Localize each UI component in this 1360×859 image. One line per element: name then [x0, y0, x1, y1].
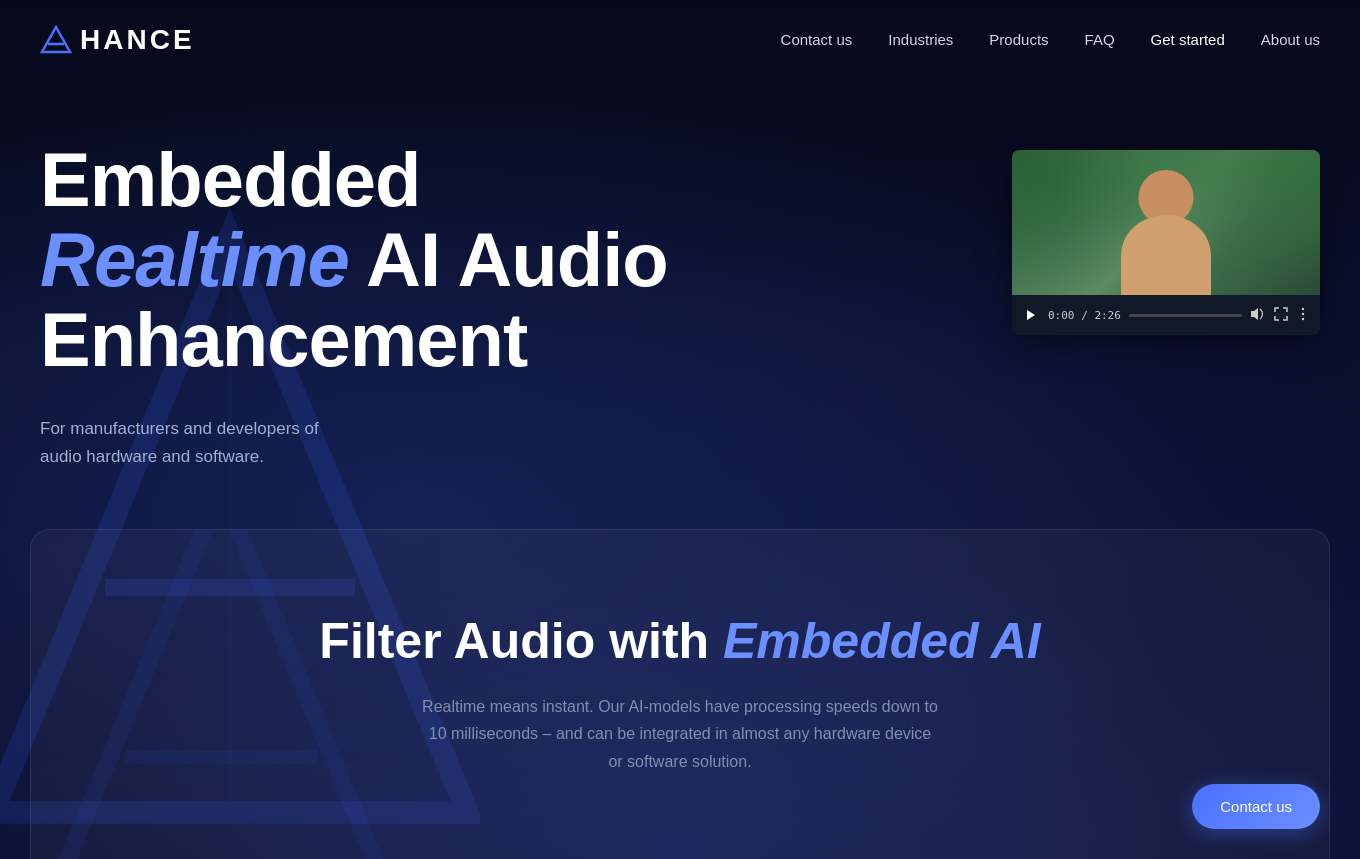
video-person [1116, 165, 1216, 295]
svg-point-2 [1302, 312, 1304, 314]
nav-item-industries[interactable]: Industries [888, 31, 953, 49]
video-fullscreen-button[interactable] [1274, 307, 1288, 324]
filter-title-italic: Embedded AI [723, 613, 1041, 669]
hero-title-realtime: Realtime [40, 217, 349, 302]
hero-title: Embedded Realtime AI Audio Enhancement [40, 140, 668, 379]
logo[interactable]: HANCE [40, 24, 195, 56]
hero-title-line1: Embedded [40, 137, 421, 222]
filter-description: Realtime means instant. Our AI-models ha… [420, 693, 940, 775]
hero-subtitle-line2: audio hardware and software. [40, 447, 264, 466]
nav-item-get-started[interactable]: Get started [1151, 31, 1225, 49]
video-controls-bar: 0:00 / 2:26 [1012, 295, 1320, 335]
nav-link-about[interactable]: About us [1261, 31, 1320, 48]
logo-icon [40, 24, 72, 56]
nav-item-products[interactable]: Products [989, 31, 1048, 49]
video-progress-bar[interactable] [1129, 314, 1242, 317]
nav-link-products[interactable]: Products [989, 31, 1048, 48]
video-time-sep: / [1081, 309, 1094, 322]
video-current-time: 0:00 [1048, 309, 1075, 322]
logo-text: HANCE [80, 24, 195, 56]
video-play-button[interactable] [1022, 306, 1040, 324]
video-thumbnail [1012, 150, 1320, 295]
svg-marker-0 [1027, 310, 1035, 320]
hero-section: Embedded Realtime AI Audio Enhancement F… [0, 80, 1360, 470]
nav-item-about[interactable]: About us [1261, 31, 1320, 49]
video-volume-button[interactable] [1250, 307, 1266, 324]
hero-title-ai-audio: AI Audio [349, 217, 668, 302]
video-time-display: 0:00 / 2:26 [1048, 309, 1121, 322]
filter-title-normal: Filter Audio with [319, 613, 723, 669]
video-person-body [1121, 215, 1211, 295]
hero-content: Embedded Realtime AI Audio Enhancement F… [40, 140, 668, 470]
video-more-button[interactable] [1296, 307, 1310, 324]
filter-audio-title: Filter Audio with Embedded AI [319, 614, 1040, 669]
nav-link-contact[interactable]: Contact us [781, 31, 853, 48]
nav-link-get-started[interactable]: Get started [1151, 31, 1225, 48]
video-total-time: 2:26 [1094, 309, 1121, 322]
hero-subtitle-line1: For manufacturers and developers of [40, 419, 319, 438]
contact-float-button[interactable]: Contact us [1192, 784, 1320, 829]
navigation: HANCE Contact us Industries Products FAQ… [0, 0, 1360, 80]
nav-link-industries[interactable]: Industries [888, 31, 953, 48]
hero-title-line3: Enhancement [40, 297, 527, 382]
bottom-section: Filter Audio with Embedded AI Realtime m… [0, 529, 1360, 859]
nav-menu: Contact us Industries Products FAQ Get s… [781, 31, 1320, 49]
svg-point-1 [1302, 307, 1304, 309]
nav-item-faq[interactable]: FAQ [1085, 31, 1115, 49]
nav-item-contact[interactable]: Contact us [781, 31, 853, 49]
video-player[interactable]: 0:00 / 2:26 [1012, 150, 1320, 335]
hero-subtitle: For manufacturers and developers of audi… [40, 415, 668, 469]
bottom-card: Filter Audio with Embedded AI Realtime m… [30, 529, 1330, 859]
nav-link-faq[interactable]: FAQ [1085, 31, 1115, 48]
svg-point-3 [1302, 317, 1304, 319]
card-watermark [30, 529, 471, 859]
